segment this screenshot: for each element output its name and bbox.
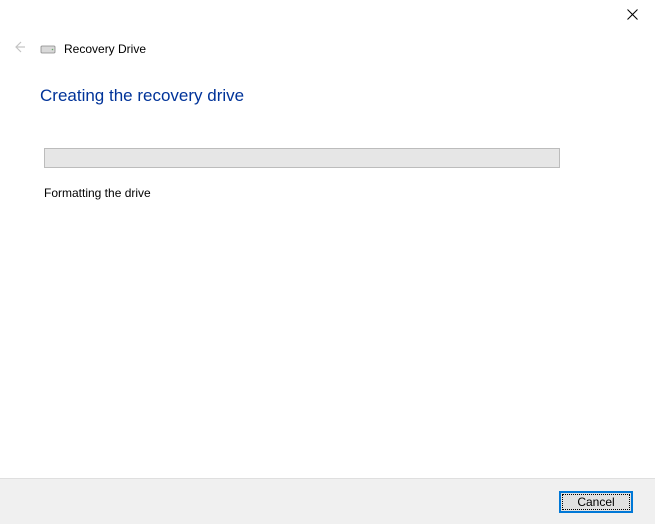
header-row: Recovery Drive bbox=[10, 40, 146, 58]
status-text: Formatting the drive bbox=[44, 186, 615, 200]
progress-bar bbox=[44, 148, 560, 168]
close-icon bbox=[627, 7, 638, 25]
window-title: Recovery Drive bbox=[64, 42, 146, 56]
page-heading: Creating the recovery drive bbox=[40, 86, 615, 106]
back-button bbox=[10, 40, 28, 58]
cancel-button[interactable]: Cancel bbox=[559, 491, 633, 513]
close-button[interactable] bbox=[610, 1, 655, 31]
back-arrow-icon bbox=[11, 39, 27, 60]
footer: Cancel bbox=[0, 478, 655, 524]
drive-icon bbox=[40, 43, 56, 55]
content-area: Creating the recovery drive Formatting t… bbox=[40, 86, 615, 200]
